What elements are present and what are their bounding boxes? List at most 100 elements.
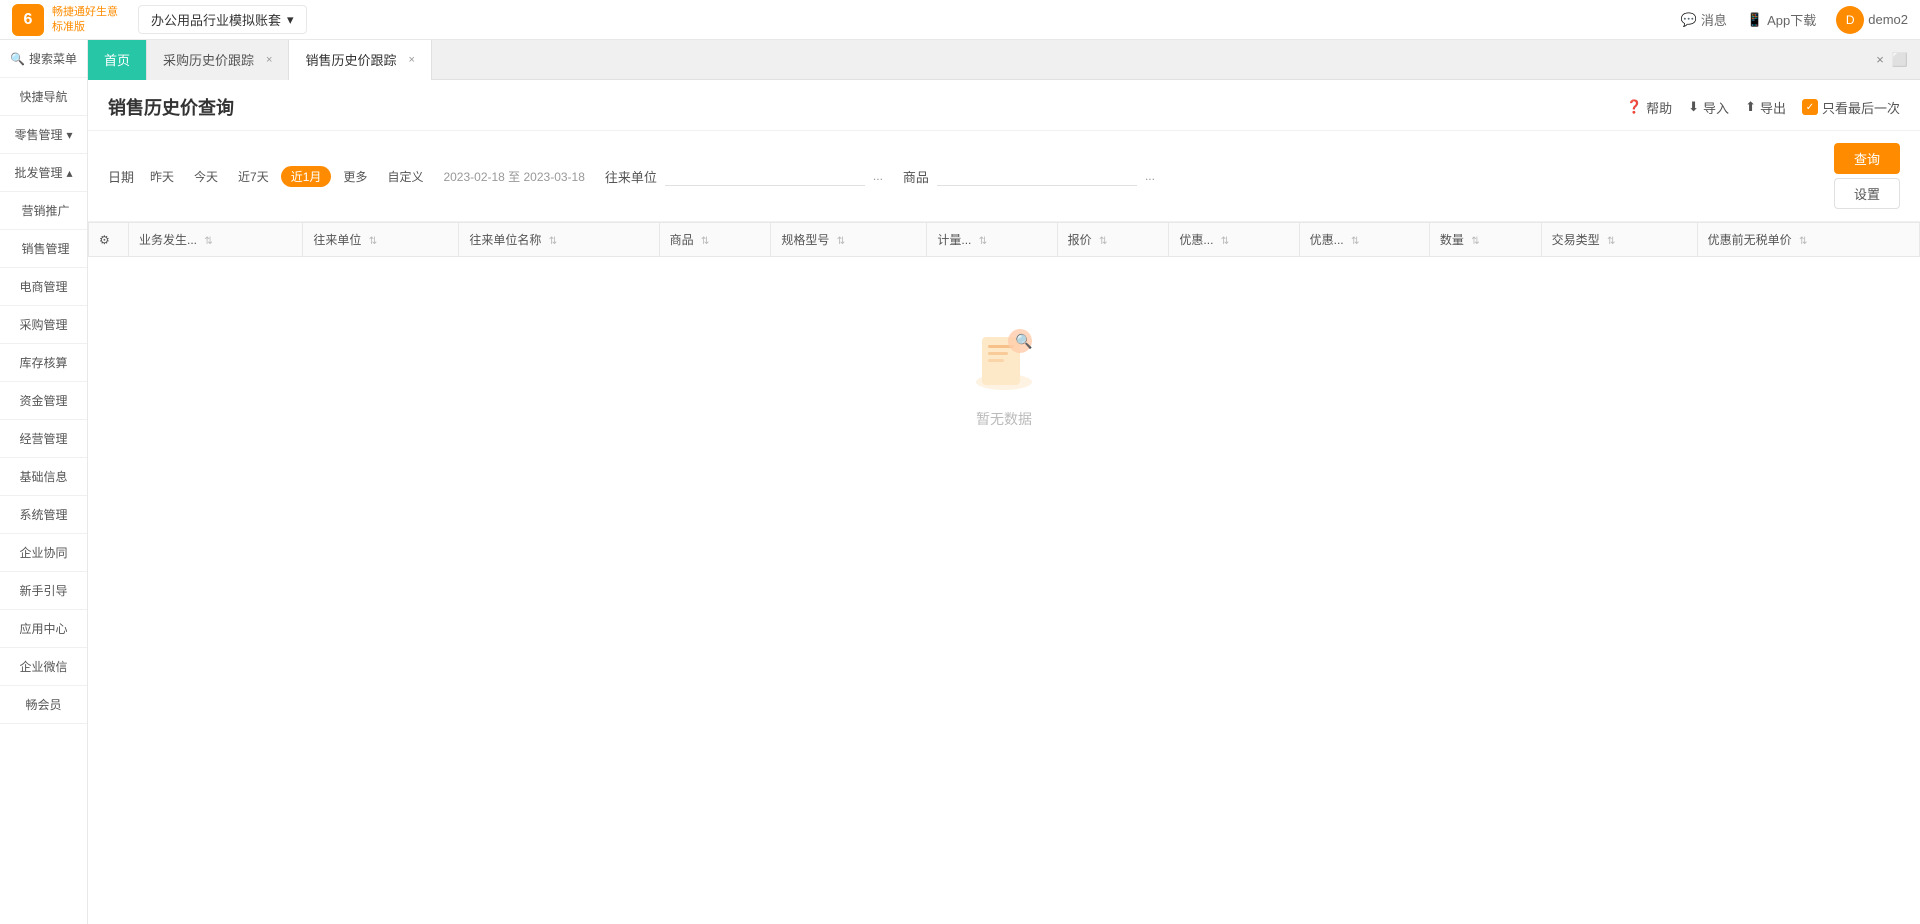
sidebar-item-basic-info[interactable]: 基础信息 xyxy=(0,458,87,496)
only-last-checkbox[interactable]: ✓ xyxy=(1802,99,1818,115)
th-quoted-price[interactable]: 报价 ⇅ xyxy=(1057,223,1169,257)
counterpart-input[interactable] xyxy=(665,166,865,186)
tab-close-window-icon[interactable]: × xyxy=(1876,52,1884,67)
sort-icon-quoted-price: ⇅ xyxy=(1099,236,1107,247)
only-last-checkbox-wrap[interactable]: ✓ 只看最后一次 xyxy=(1802,98,1900,117)
app-download-nav[interactable]: 📱 App下载 xyxy=(1747,10,1816,29)
empty-illustration: 🔍 xyxy=(964,317,1044,397)
sidebar-item-marketing[interactable]: 营销推广 xyxy=(0,192,87,230)
chevron-down-icon: ▾ xyxy=(66,128,72,142)
sort-icon-quantity: ⇅ xyxy=(1471,236,1479,247)
sidebar-item-new-guide[interactable]: 新手引导 xyxy=(0,572,87,610)
top-header: 6 畅捷通好生意 标准版 办公用品行业模拟账套 ▾ 💬 消息 📱 App下载 D… xyxy=(0,0,1920,40)
export-icon: ⬆ xyxy=(1745,99,1756,115)
date-option-today[interactable]: 今天 xyxy=(186,166,226,187)
logo-icon: 6 xyxy=(12,4,44,36)
tab-purchase-history[interactable]: 采购历史价跟踪 × xyxy=(147,40,289,80)
sort-icon-counterpart-name: ⇅ xyxy=(549,236,557,247)
tab-maximize-icon[interactable]: ⬜ xyxy=(1892,52,1908,68)
data-table: ⚙ 业务发生... ⇅ 往来单位 ⇅ 往来单位名称 ⇅ xyxy=(88,222,1920,257)
tab-bar: 首页 采购历史价跟踪 × 销售历史价跟踪 × × ⬜ xyxy=(88,40,1920,80)
th-quantity[interactable]: 数量 ⇅ xyxy=(1429,223,1541,257)
product-dots[interactable]: ... xyxy=(1145,169,1155,183)
filter-area: 日期 昨天 今天 近7天 近1月 更多 自定义 2023-02-18 至 202… xyxy=(88,131,1920,222)
sidebar-item-enterprise-collab[interactable]: 企业协同 xyxy=(0,534,87,572)
th-discount2[interactable]: 优惠... ⇅ xyxy=(1299,223,1429,257)
settings-button[interactable]: 设置 xyxy=(1834,178,1900,209)
tab-bar-actions: × ⬜ xyxy=(1876,52,1920,68)
avatar: D xyxy=(1836,6,1864,34)
filter-buttons: 查询 设置 xyxy=(1834,143,1900,209)
content-area: 首页 采购历史价跟踪 × 销售历史价跟踪 × × ⬜ 销售历史价查询 xyxy=(88,40,1920,924)
empty-text: 暂无数据 xyxy=(976,409,1032,429)
tab-close-sales[interactable]: × xyxy=(408,54,414,66)
sort-icon-biz-date: ⇅ xyxy=(204,236,212,247)
sidebar-item-wholesale[interactable]: 批发管理 ▴ xyxy=(0,154,87,192)
sidebar-item-ecommerce[interactable]: 电商管理 xyxy=(0,268,87,306)
th-biz-date[interactable]: 业务发生... ⇅ xyxy=(129,223,303,257)
message-nav[interactable]: 💬 消息 xyxy=(1681,10,1727,29)
date-option-more[interactable]: 更多 xyxy=(335,166,375,187)
sidebar-item-sales-mgmt[interactable]: 销售管理 xyxy=(0,230,87,268)
date-options: 昨天 今天 近7天 近1月 更多 自定义 xyxy=(142,166,431,187)
th-pre-discount-price[interactable]: 优惠前无税单价 ⇅ xyxy=(1697,223,1919,257)
th-counterpart-name[interactable]: 往来单位名称 ⇅ xyxy=(459,223,659,257)
query-button[interactable]: 查询 xyxy=(1834,143,1900,174)
help-icon: ❓ xyxy=(1626,99,1642,115)
date-range-display: 2023-02-18 至 2023-03-18 xyxy=(443,168,584,185)
search-icon: 🔍 xyxy=(10,52,25,66)
sidebar-item-system[interactable]: 系统管理 xyxy=(0,496,87,534)
th-trade-type[interactable]: 交易类型 ⇅ xyxy=(1541,223,1697,257)
th-settings[interactable]: ⚙ xyxy=(89,223,129,257)
date-option-yesterday[interactable]: 昨天 xyxy=(142,166,182,187)
sidebar-item-purchase[interactable]: 采购管理 xyxy=(0,306,87,344)
th-product[interactable]: 商品 ⇅ xyxy=(659,223,771,257)
date-filter-label: 日期 xyxy=(108,167,134,186)
help-action[interactable]: ❓ 帮助 xyxy=(1626,98,1672,117)
message-icon: 💬 xyxy=(1681,12,1697,28)
date-option-last1month[interactable]: 近1月 xyxy=(281,166,332,187)
sidebar-item-member[interactable]: 畅会员 xyxy=(0,686,87,724)
user-nav[interactable]: D demo2 xyxy=(1836,6,1908,34)
sort-icon-pre-discount-price: ⇅ xyxy=(1799,236,1807,247)
product-input[interactable] xyxy=(937,166,1137,186)
sort-icon-unit: ⇅ xyxy=(979,236,987,247)
sidebar-item-search[interactable]: 🔍 搜索菜单 xyxy=(0,40,87,78)
sidebar-item-enterprise-wechat[interactable]: 企业微信 xyxy=(0,648,87,686)
sort-icon-spec: ⇅ xyxy=(837,236,845,247)
export-action[interactable]: ⬆ 导出 xyxy=(1745,98,1786,117)
settings-icon: ⚙ xyxy=(99,233,110,247)
page-title-bar: 销售历史价查询 ❓ 帮助 ⬇ 导入 ⬆ 导出 ✓ xyxy=(88,80,1920,131)
tab-close-purchase[interactable]: × xyxy=(266,54,272,66)
import-icon: ⬇ xyxy=(1688,99,1699,115)
sidebar-item-operations[interactable]: 经营管理 xyxy=(0,420,87,458)
counterpart-dots[interactable]: ... xyxy=(873,169,883,183)
table-area: ⚙ 业务发生... ⇅ 往来单位 ⇅ 往来单位名称 ⇅ xyxy=(88,222,1920,924)
main-layout: 🔍 搜索菜单 快捷导航 零售管理 ▾ 批发管理 ▴ 营销推广 销售管理 电商管理… xyxy=(0,40,1920,924)
page-content: 销售历史价查询 ❓ 帮助 ⬇ 导入 ⬆ 导出 ✓ xyxy=(88,80,1920,924)
sidebar-item-stock[interactable]: 库存核算 xyxy=(0,344,87,382)
date-option-custom[interactable]: 自定义 xyxy=(379,166,431,187)
tab-sales-history[interactable]: 销售历史价跟踪 × xyxy=(289,40,431,80)
app-selector[interactable]: 办公用品行业模拟账套 ▾ xyxy=(138,5,307,34)
sidebar-item-finance[interactable]: 资金管理 xyxy=(0,382,87,420)
svg-text:🔍: 🔍 xyxy=(1015,332,1032,350)
sidebar-item-retail[interactable]: 零售管理 ▾ xyxy=(0,116,87,154)
th-counterpart[interactable]: 往来单位 ⇅ xyxy=(303,223,459,257)
th-discount1[interactable]: 优惠... ⇅ xyxy=(1169,223,1299,257)
import-action[interactable]: ⬇ 导入 xyxy=(1688,98,1729,117)
date-option-last7days[interactable]: 近7天 xyxy=(230,166,277,187)
sidebar: 🔍 搜索菜单 快捷导航 零售管理 ▾ 批发管理 ▴ 营销推广 销售管理 电商管理… xyxy=(0,40,88,924)
th-spec[interactable]: 规格型号 ⇅ xyxy=(771,223,927,257)
sort-icon-discount2: ⇅ xyxy=(1351,236,1359,247)
logo-text: 畅捷通好生意 标准版 xyxy=(52,5,118,34)
sort-icon-product: ⇅ xyxy=(701,236,709,247)
empty-state: 🔍 暂无数据 xyxy=(88,257,1920,489)
tab-home[interactable]: 首页 xyxy=(88,40,147,80)
logo-area: 6 畅捷通好生意 标准版 办公用品行业模拟账套 ▾ xyxy=(12,4,307,36)
th-unit[interactable]: 计量... ⇅ xyxy=(927,223,1057,257)
chevron-up-icon: ▴ xyxy=(66,166,72,180)
sidebar-item-quick-nav[interactable]: 快捷导航 xyxy=(0,78,87,116)
sort-icon-discount1: ⇅ xyxy=(1221,236,1229,247)
sidebar-item-app-center[interactable]: 应用中心 xyxy=(0,610,87,648)
